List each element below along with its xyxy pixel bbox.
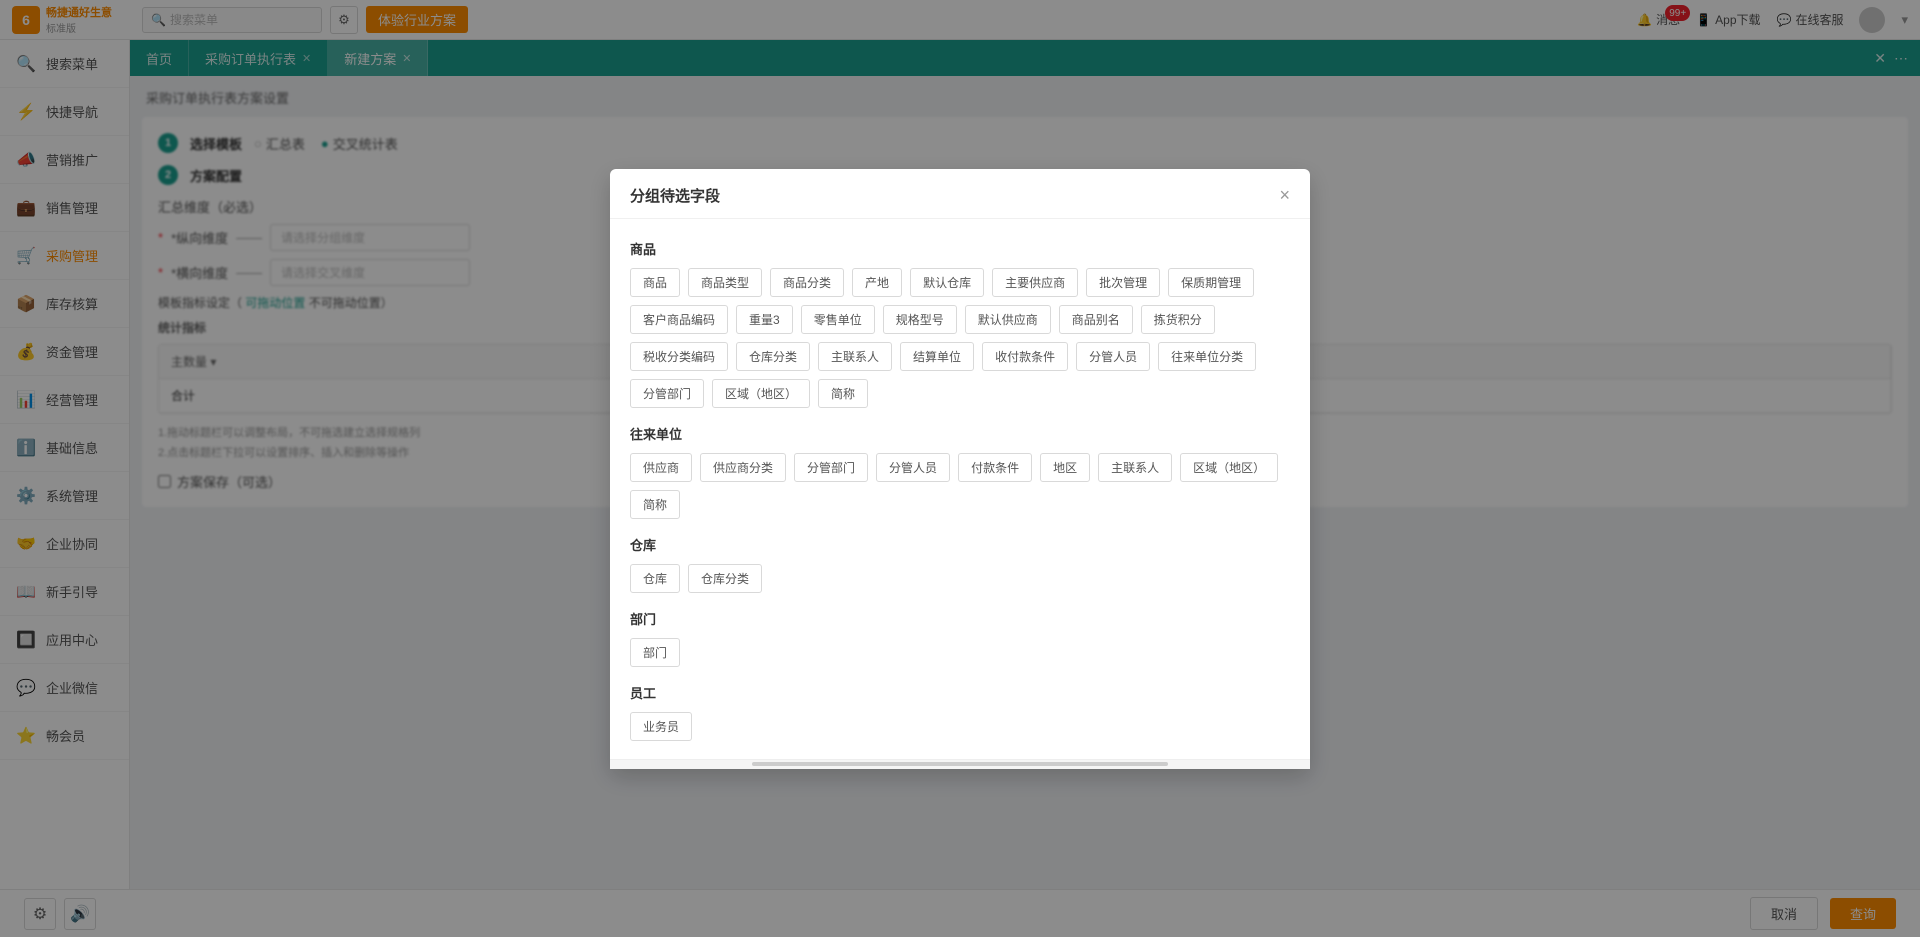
section-title: 仓库 — [630, 535, 1290, 554]
field-tag[interactable]: 供应商 — [630, 453, 692, 482]
section-title: 部门 — [630, 609, 1290, 628]
modal-body[interactable]: 商品商品商品类型商品分类产地默认仓库主要供应商批次管理保质期管理客户商品编码重量… — [610, 219, 1310, 759]
field-tag[interactable]: 地区 — [1040, 453, 1090, 482]
field-tag[interactable]: 简称 — [630, 490, 680, 519]
modal-section-商品: 商品商品商品类型商品分类产地默认仓库主要供应商批次管理保质期管理客户商品编码重量… — [630, 239, 1290, 408]
field-tag[interactable]: 商品 — [630, 268, 680, 297]
modal-section-部门: 部门部门 — [630, 609, 1290, 667]
modal-header: 分组待选字段 × — [610, 169, 1310, 219]
field-tag[interactable]: 主要供应商 — [992, 268, 1078, 297]
field-grid-员工: 业务员 — [630, 712, 1290, 741]
field-tag[interactable]: 供应商分类 — [700, 453, 786, 482]
field-grid-往来单位: 供应商供应商分类分管部门分管人员付款条件地区主联系人区域（地区） 简称 — [630, 453, 1290, 519]
field-tag[interactable]: 拣货积分 — [1141, 305, 1215, 334]
field-tag[interactable]: 批次管理 — [1086, 268, 1160, 297]
modal-close-button[interactable]: × — [1279, 186, 1290, 204]
modal-title: 分组待选字段 — [630, 185, 720, 206]
field-tag[interactable]: 分管人员 — [876, 453, 950, 482]
field-tag[interactable]: 业务员 — [630, 712, 692, 741]
modal-section-往来单位: 往来单位供应商供应商分类分管部门分管人员付款条件地区主联系人区域（地区） 简称 — [630, 424, 1290, 519]
field-tag[interactable]: 简称 — [818, 379, 868, 408]
field-tag[interactable]: 规格型号 — [883, 305, 957, 334]
field-tag[interactable]: 默认仓库 — [910, 268, 984, 297]
field-tag[interactable]: 产地 — [852, 268, 902, 297]
field-tag[interactable]: 分管部门 — [630, 379, 704, 408]
section-title: 商品 — [630, 239, 1290, 258]
field-tag[interactable]: 商品别名 — [1059, 305, 1133, 334]
field-tag[interactable]: 保质期管理 — [1168, 268, 1254, 297]
field-tag[interactable]: 重量3 — [736, 305, 793, 334]
field-tag[interactable]: 税收分类编码 — [630, 342, 728, 371]
field-tag[interactable]: 零售单位 — [801, 305, 875, 334]
section-title: 往来单位 — [630, 424, 1290, 443]
field-grid-商品: 商品商品类型商品分类产地默认仓库主要供应商批次管理保质期管理客户商品编码重量3 零… — [630, 268, 1290, 408]
field-tag[interactable]: 往来单位分类 — [1158, 342, 1256, 371]
field-tag[interactable]: 客户商品编码 — [630, 305, 728, 334]
field-tag[interactable]: 仓库分类 — [688, 564, 762, 593]
field-grid-仓库: 仓库仓库分类 — [630, 564, 1290, 593]
field-tag[interactable]: 部门 — [630, 638, 680, 667]
modal-overlay: 分组待选字段 × 商品商品商品类型商品分类产地默认仓库主要供应商批次管理保质期管… — [0, 0, 1920, 937]
field-tag[interactable]: 区域（地区） — [712, 379, 810, 408]
field-tag[interactable]: 分管人员 — [1076, 342, 1150, 371]
field-tag[interactable]: 付款条件 — [958, 453, 1032, 482]
modal-section-仓库: 仓库仓库仓库分类 — [630, 535, 1290, 593]
modal-hscroll[interactable] — [610, 759, 1310, 769]
field-tag[interactable]: 仓库 — [630, 564, 680, 593]
section-title: 员工 — [630, 683, 1290, 702]
field-tag[interactable]: 仓库分类 — [736, 342, 810, 371]
field-tag[interactable]: 分管部门 — [794, 453, 868, 482]
field-tag[interactable]: 主联系人 — [818, 342, 892, 371]
modal-section-员工: 员工业务员 — [630, 683, 1290, 741]
field-tag[interactable]: 商品分类 — [770, 268, 844, 297]
field-tag[interactable]: 默认供应商 — [965, 305, 1051, 334]
field-tag[interactable]: 收付款条件 — [982, 342, 1068, 371]
field-selection-modal: 分组待选字段 × 商品商品商品类型商品分类产地默认仓库主要供应商批次管理保质期管… — [610, 169, 1310, 769]
field-tag[interactable]: 区域（地区） — [1180, 453, 1278, 482]
field-grid-部门: 部门 — [630, 638, 1290, 667]
field-tag[interactable]: 商品类型 — [688, 268, 762, 297]
field-tag[interactable]: 结算单位 — [900, 342, 974, 371]
field-tag[interactable]: 主联系人 — [1098, 453, 1172, 482]
